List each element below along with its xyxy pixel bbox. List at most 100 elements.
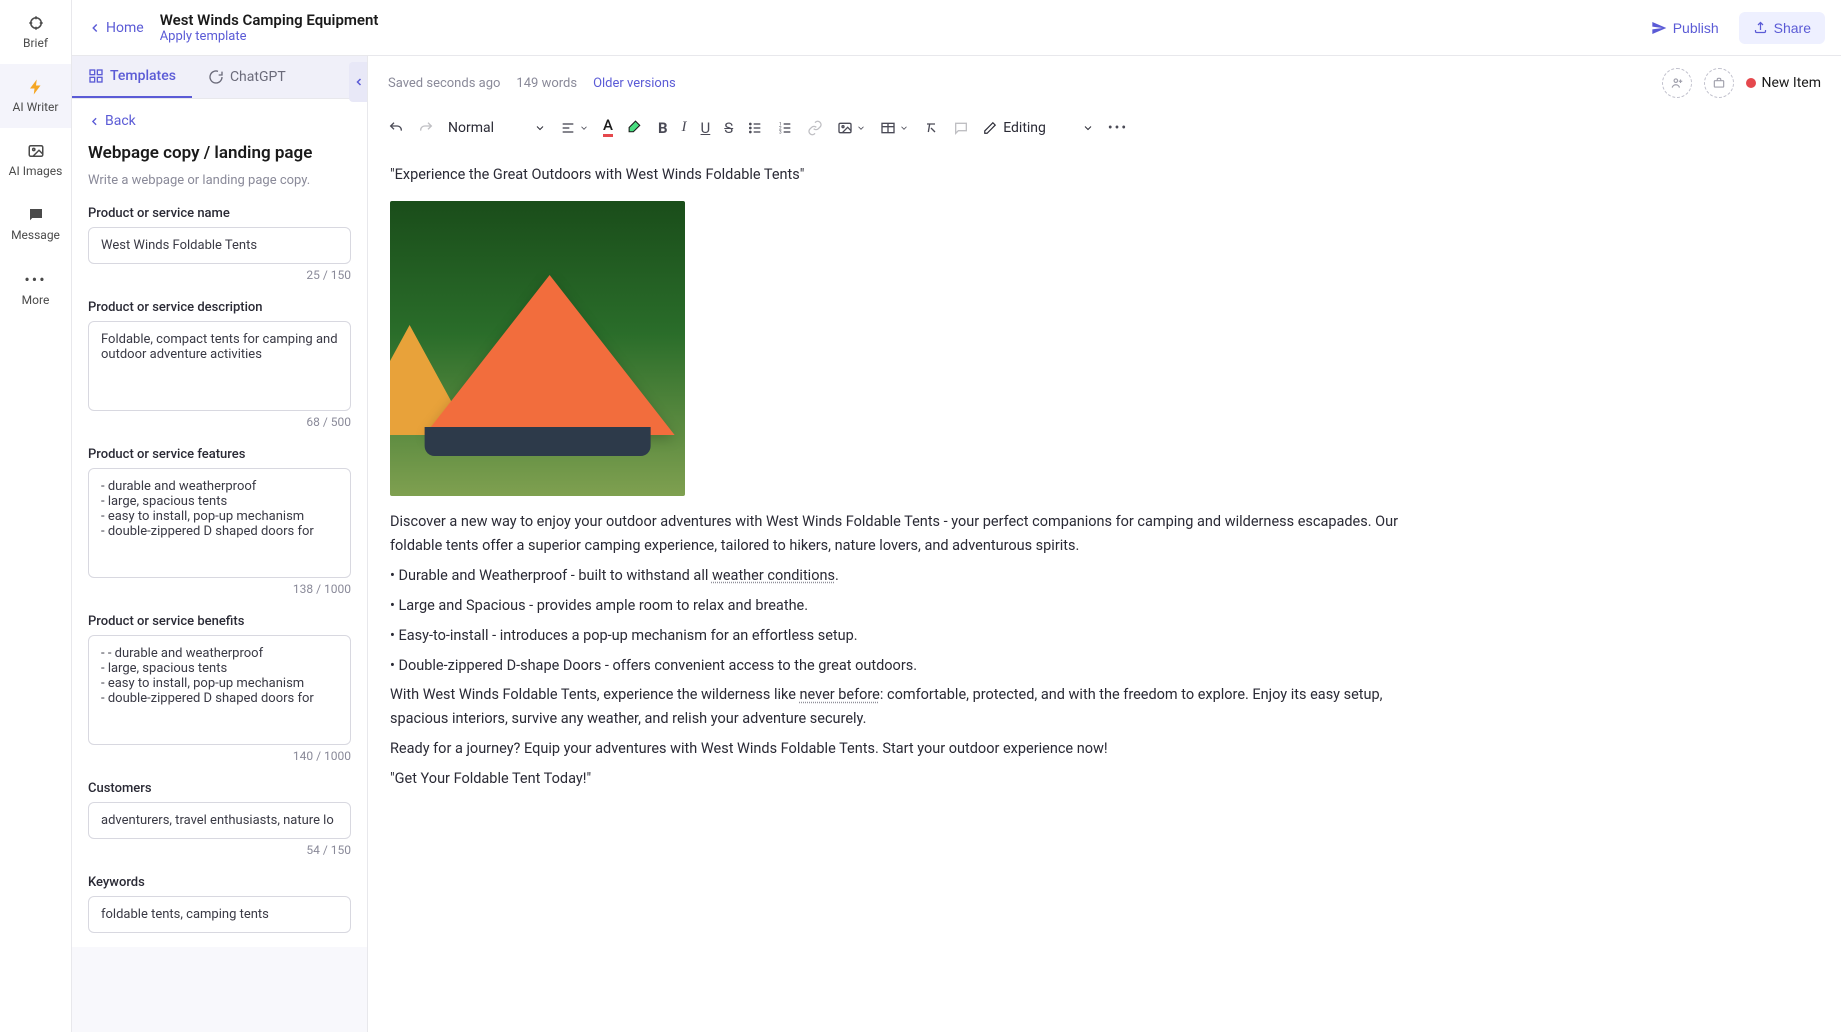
- document-body[interactable]: "Experience the Great Outdoors with West…: [368, 151, 1448, 837]
- bold-button[interactable]: B: [658, 119, 668, 137]
- comment-button[interactable]: [953, 120, 969, 136]
- nav-label: AI Writer: [13, 100, 59, 114]
- field-label-benefits: Product or service benefits: [88, 614, 351, 629]
- table-icon: [880, 120, 896, 136]
- link-button[interactable]: [807, 120, 823, 136]
- nav-ai-images[interactable]: AI Images: [0, 128, 71, 192]
- editing-label: Editing: [1003, 120, 1046, 136]
- undo-icon: [388, 120, 404, 136]
- field-label-features: Product or service features: [88, 447, 351, 462]
- chevron-down-icon: [1082, 122, 1094, 134]
- clear-format-icon: [923, 120, 939, 136]
- status-dot-icon: [1746, 78, 1756, 88]
- back-label: Back: [105, 113, 136, 129]
- collapse-panel-button[interactable]: [349, 62, 368, 102]
- image-insert-button[interactable]: [837, 120, 866, 136]
- undo-button[interactable]: [388, 120, 404, 136]
- redo-icon: [418, 120, 434, 136]
- doc-headline: "Experience the Great Outdoors with West…: [390, 163, 1426, 187]
- send-icon: [1651, 20, 1667, 36]
- format-dropdown[interactable]: Normal: [448, 120, 546, 136]
- doc-bullet: • Double-zippered D-shape Doors - offers…: [390, 654, 1426, 678]
- chevron-down-icon: [534, 122, 546, 134]
- product-features-input[interactable]: - durable and weatherproof - large, spac…: [88, 468, 351, 578]
- text-color-button[interactable]: A: [603, 118, 613, 137]
- product-name-input[interactable]: [88, 227, 351, 264]
- more-icon: •••: [1108, 120, 1128, 136]
- tab-chatgpt[interactable]: ChatGPT: [192, 56, 302, 98]
- doc-bullet: • Easy-to-install - introduces a pop-up …: [390, 624, 1426, 648]
- person-plus-icon: [1670, 76, 1684, 90]
- nav-rail: Brief AI Writer AI Images Message ••• Mo…: [0, 0, 72, 1032]
- panel-tabs: Templates ChatGPT: [72, 56, 367, 99]
- tab-label: ChatGPT: [230, 69, 286, 85]
- image-icon: [27, 142, 45, 160]
- panel-subtitle: Write a webpage or landing page copy.: [88, 173, 351, 188]
- editor-toolbar: Normal A B I U S 123: [368, 110, 1841, 151]
- field-label-customers: Customers: [88, 781, 351, 796]
- nav-message[interactable]: Message: [0, 192, 71, 256]
- nav-more[interactable]: ••• More: [0, 256, 71, 320]
- header: Home West Winds Camping Equipment Apply …: [72, 0, 1841, 56]
- home-label: Home: [106, 20, 144, 36]
- side-panel: Templates ChatGPT Back Webpage: [72, 56, 368, 1032]
- home-link[interactable]: Home: [88, 20, 144, 36]
- char-count: 140 / 1000: [293, 749, 351, 763]
- doc-bullet: • Large and Spacious - provides ample ro…: [390, 594, 1426, 618]
- align-button[interactable]: [560, 120, 589, 136]
- chevron-down-icon: [899, 123, 909, 133]
- add-collaborator-button[interactable]: [1662, 68, 1692, 98]
- redo-button[interactable]: [418, 120, 434, 136]
- underline-button[interactable]: U: [701, 119, 711, 137]
- older-versions-link[interactable]: Older versions: [593, 76, 676, 91]
- add-attachment-button[interactable]: [1704, 68, 1734, 98]
- field-label-desc: Product or service description: [88, 300, 351, 315]
- svg-text:3: 3: [779, 129, 782, 135]
- apply-template-link[interactable]: Apply template: [160, 29, 379, 44]
- format-label: Normal: [448, 120, 494, 136]
- nav-label: Brief: [23, 36, 48, 50]
- bullet-list-button[interactable]: [747, 120, 763, 136]
- product-benefits-input[interactable]: - - durable and weatherproof - large, sp…: [88, 635, 351, 745]
- customers-input[interactable]: [88, 802, 351, 839]
- page-title: West Winds Camping Equipment: [160, 11, 379, 29]
- nav-label: AI Images: [9, 164, 63, 178]
- pencil-icon: [983, 121, 997, 135]
- text-color-icon: A: [603, 118, 613, 137]
- more-toolbar-button[interactable]: •••: [1108, 120, 1128, 136]
- save-status: Saved seconds ago: [388, 76, 500, 91]
- doc-bullet: • Durable and Weatherproof - built to wi…: [390, 564, 1426, 588]
- highlight-button[interactable]: [627, 119, 644, 136]
- product-desc-input[interactable]: Foldable, compact tents for camping and …: [88, 321, 351, 411]
- publish-label: Publish: [1673, 20, 1719, 36]
- tab-templates[interactable]: Templates: [72, 56, 192, 98]
- new-item-label: New Item: [1762, 75, 1822, 91]
- doc-paragraph: Ready for a journey? Equip your adventur…: [390, 737, 1426, 761]
- chat-icon: [208, 69, 224, 85]
- editor-meta: Saved seconds ago 149 words Older versio…: [368, 56, 1841, 110]
- nav-label: Message: [11, 228, 60, 242]
- doc-paragraph: With West Winds Foldable Tents, experien…: [390, 683, 1426, 731]
- nav-ai-writer[interactable]: AI Writer: [0, 64, 71, 128]
- char-count: 68 / 500: [306, 415, 351, 429]
- panel-title: Webpage copy / landing page: [88, 143, 351, 163]
- align-left-icon: [560, 120, 576, 136]
- italic-button[interactable]: I: [682, 119, 687, 136]
- char-count: 54 / 150: [306, 843, 351, 857]
- table-button[interactable]: [880, 120, 909, 136]
- new-item-indicator[interactable]: New Item: [1746, 75, 1822, 91]
- editing-mode-dropdown[interactable]: Editing: [983, 120, 1094, 136]
- templates-icon: [88, 68, 104, 84]
- comment-icon: [953, 120, 969, 136]
- nav-brief[interactable]: Brief: [0, 0, 71, 64]
- more-icon: •••: [24, 270, 46, 289]
- clear-format-button[interactable]: [923, 120, 939, 136]
- back-link[interactable]: Back: [88, 113, 351, 129]
- tent-image[interactable]: [390, 201, 685, 496]
- strikethrough-button[interactable]: S: [724, 119, 733, 137]
- share-button[interactable]: Share: [1739, 12, 1825, 44]
- target-icon: [27, 14, 45, 32]
- keywords-input[interactable]: [88, 896, 351, 933]
- publish-button[interactable]: Publish: [1639, 14, 1731, 42]
- numbered-list-button[interactable]: 123: [777, 120, 793, 136]
